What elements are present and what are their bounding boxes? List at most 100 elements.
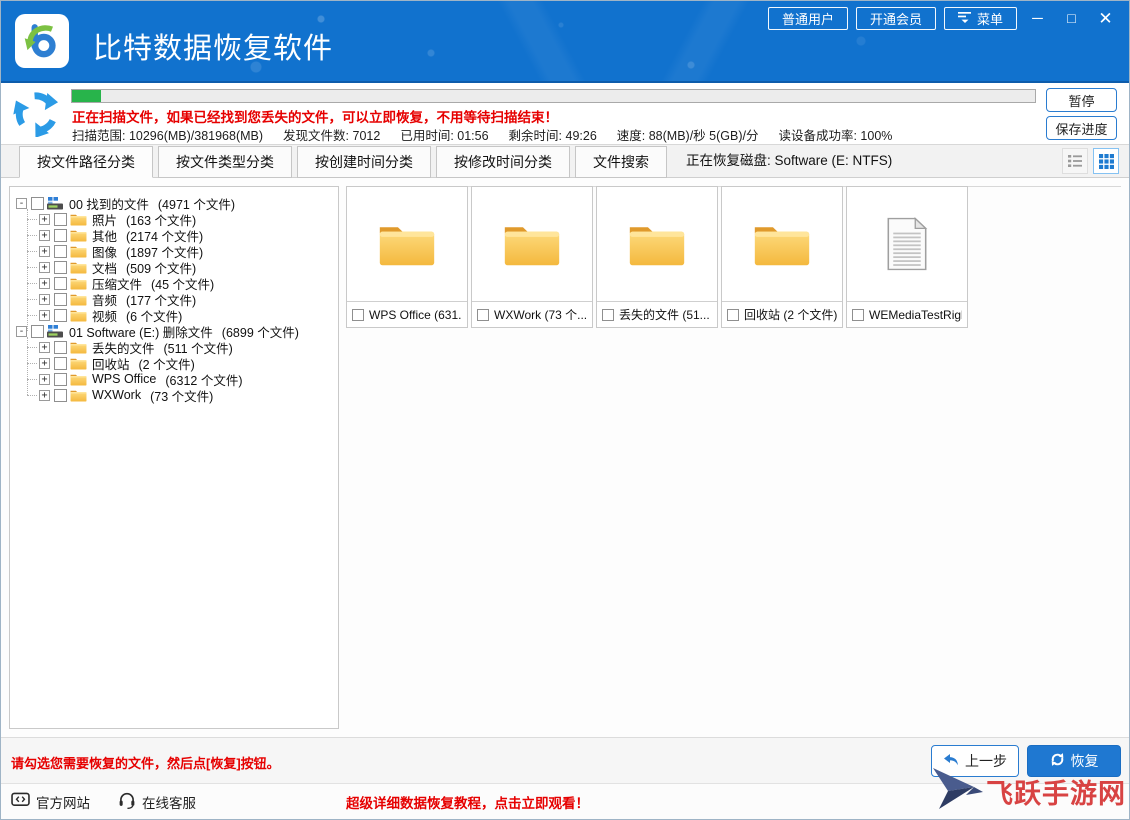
expand-toggle-icon[interactable]: + bbox=[39, 341, 50, 353]
card-checkbox[interactable] bbox=[727, 308, 739, 321]
scan-progress-bar bbox=[71, 89, 1036, 103]
scan-info-item: 已用时间: 01:56 bbox=[400, 129, 489, 143]
tree-checkbox[interactable] bbox=[54, 340, 67, 354]
tab-bar: 按文件路径分类 按文件类型分类 按创建时间分类 按修改时间分类 文件搜索 正在恢复磁盘:… bbox=[1, 145, 1129, 178]
tree-checkbox[interactable] bbox=[54, 292, 67, 306]
pause-button[interactable]: 暂停 bbox=[1046, 88, 1117, 112]
card-checkbox[interactable] bbox=[352, 308, 364, 321]
collapse-toggle-icon[interactable]: - bbox=[16, 325, 27, 337]
minimize-button[interactable]: ─ bbox=[1024, 7, 1051, 30]
expand-toggle-icon[interactable]: + bbox=[39, 389, 50, 401]
expand-toggle-icon[interactable]: + bbox=[39, 245, 50, 257]
scan-progress-fill bbox=[72, 90, 101, 102]
expand-toggle-icon[interactable]: + bbox=[39, 229, 50, 241]
card-label: 回收站 (2 个文件) bbox=[744, 308, 837, 322]
official-website-link[interactable]: 官方网站 bbox=[11, 792, 90, 812]
tree-checkbox[interactable] bbox=[31, 324, 44, 338]
card-label: 丢失的文件 (51... bbox=[619, 308, 710, 322]
tree-checkbox[interactable] bbox=[54, 388, 67, 402]
file-card[interactable]: WXWork (73 个... bbox=[471, 186, 593, 328]
folder-icon bbox=[70, 261, 87, 274]
back-button[interactable]: 上一步 bbox=[931, 745, 1019, 777]
vip-button[interactable]: 开通会员 bbox=[855, 7, 936, 30]
back-button-label: 上一步 bbox=[965, 753, 1007, 769]
tutorial-link[interactable]: 超级详细数据恢复教程，点击立即观看！ bbox=[346, 792, 589, 812]
card-checkbox[interactable] bbox=[852, 308, 864, 321]
recover-button[interactable]: 恢复 bbox=[1027, 745, 1121, 777]
action-row: 请勾选您需要恢复的文件，然后点[恢复]按钮。 上一步 恢复 bbox=[1, 737, 1129, 783]
tab-by-modified[interactable]: 按修改时间分类 bbox=[436, 146, 570, 178]
tree-checkbox[interactable] bbox=[54, 276, 67, 290]
file-card-body bbox=[472, 187, 592, 301]
folder-icon bbox=[70, 213, 87, 226]
file-card[interactable]: 丢失的文件 (51... bbox=[596, 186, 718, 328]
maximize-button[interactable]: □ bbox=[1058, 7, 1085, 30]
tree-item-count: (6899 个文件) bbox=[221, 325, 299, 340]
tree-checkbox[interactable] bbox=[54, 260, 67, 274]
tree-checkbox[interactable] bbox=[54, 244, 67, 258]
folder-icon bbox=[503, 221, 561, 267]
tree-checkbox[interactable] bbox=[54, 308, 67, 322]
scan-info-item: 扫描范围: 10296(MB)/381968(MB) bbox=[72, 129, 264, 143]
scan-status-text: 正在扫描文件，如果已经找到您丢失的文件，可以立即恢复，不用等待扫描结束！ bbox=[72, 110, 558, 125]
close-button[interactable]: ✕ bbox=[1092, 7, 1119, 30]
app-window: 比特数据恢复软件 普通用户 开通会员 菜单 ─ □ ✕ 正在扫描文件，如果已经找… bbox=[0, 0, 1130, 820]
expand-toggle-icon[interactable]: + bbox=[39, 277, 50, 289]
save-progress-button[interactable]: 保存进度 bbox=[1046, 116, 1117, 140]
tree-item[interactable]: + WXWork (73 个文件) bbox=[27, 387, 334, 404]
file-card-body bbox=[347, 187, 467, 301]
card-label: WEMediaTestRigh... bbox=[869, 307, 962, 322]
expand-toggle-icon[interactable]: + bbox=[39, 261, 50, 273]
scan-info-item: 发现文件数: 7012 bbox=[283, 129, 381, 143]
folder-tree: -00 找到的文件 (4971 个文件) + 照片 (163 个文件) + 其他 (2174 … bbox=[16, 195, 334, 404]
scan-info-item: 读设备成功率: 100% bbox=[778, 129, 893, 143]
card-checkbox[interactable] bbox=[477, 308, 489, 321]
tab-by-path[interactable]: 按文件路径分类 bbox=[19, 146, 153, 178]
folder-icon bbox=[70, 309, 87, 322]
file-grid: WPS Office (631... WXWork (73 个... 丢失的文件 (… bbox=[346, 186, 1121, 328]
online-support-link[interactable]: 在线客服 bbox=[118, 791, 196, 812]
tree-item[interactable]: + 音频 (177 个文件) bbox=[27, 291, 334, 308]
expand-toggle-icon[interactable]: + bbox=[39, 309, 50, 321]
expand-toggle-icon[interactable]: + bbox=[39, 373, 50, 385]
scan-info-line: 扫描范围: 10296(MB)/381968(MB) 发现文件数: 7012 已用时… bbox=[72, 125, 892, 144]
expand-toggle-icon[interactable]: + bbox=[39, 357, 50, 369]
website-icon bbox=[11, 792, 30, 811]
menu-button[interactable]: 菜单 bbox=[943, 7, 1017, 30]
scan-panel: 正在扫描文件，如果已经找到您丢失的文件，可以立即恢复，不用等待扫描结束！ 扫描范… bbox=[1, 83, 1129, 145]
collapse-toggle-icon[interactable]: - bbox=[16, 197, 27, 209]
tree-checkbox[interactable] bbox=[54, 228, 67, 242]
headset-icon bbox=[118, 791, 136, 812]
tab-by-type[interactable]: 按文件类型分类 bbox=[158, 146, 292, 178]
tree-checkbox[interactable] bbox=[54, 212, 67, 226]
titlebar: 比特数据恢复软件 普通用户 开通会员 菜单 ─ □ ✕ bbox=[1, 1, 1129, 83]
tree-checkbox[interactable] bbox=[54, 356, 67, 370]
file-card[interactable]: WEMediaTestRigh... bbox=[846, 186, 968, 328]
refresh-icon bbox=[1050, 752, 1065, 770]
file-card[interactable]: WPS Office (631... bbox=[346, 186, 468, 328]
scan-info-item: 剩余时间: 49:26 bbox=[508, 129, 597, 143]
user-type-button[interactable]: 普通用户 bbox=[767, 7, 848, 30]
card-checkbox[interactable] bbox=[602, 308, 614, 321]
folder-icon bbox=[753, 221, 811, 267]
folder-icon bbox=[70, 341, 87, 354]
menu-label: 菜单 bbox=[976, 12, 1003, 27]
file-card-footer: 回收站 (2 个文件) bbox=[722, 301, 842, 327]
folder-icon bbox=[628, 221, 686, 267]
tree-checkbox[interactable] bbox=[31, 196, 44, 210]
scan-info-item: 速度: 88(MB)/秒 5(GB)/分 bbox=[616, 129, 759, 143]
expand-toggle-icon[interactable]: + bbox=[39, 293, 50, 305]
grid-view-button[interactable] bbox=[1093, 148, 1119, 174]
list-view-button[interactable] bbox=[1062, 148, 1088, 174]
file-card[interactable]: 回收站 (2 个文件) bbox=[721, 186, 843, 328]
tab-by-created[interactable]: 按创建时间分类 bbox=[297, 146, 431, 178]
folder-icon bbox=[70, 357, 87, 370]
folder-icon bbox=[70, 389, 87, 402]
tab-file-search[interactable]: 文件搜索 bbox=[575, 146, 667, 178]
tree-checkbox[interactable] bbox=[54, 372, 67, 386]
tab-bar-tabs: 按文件路径分类 按文件类型分类 按创建时间分类 按修改时间分类 文件搜索 bbox=[19, 146, 672, 178]
expand-toggle-icon[interactable]: + bbox=[39, 213, 50, 225]
folder-icon bbox=[70, 245, 87, 258]
card-label: WXWork (73 个... bbox=[494, 308, 587, 322]
tree-item-label: WPS Office bbox=[92, 372, 157, 386]
